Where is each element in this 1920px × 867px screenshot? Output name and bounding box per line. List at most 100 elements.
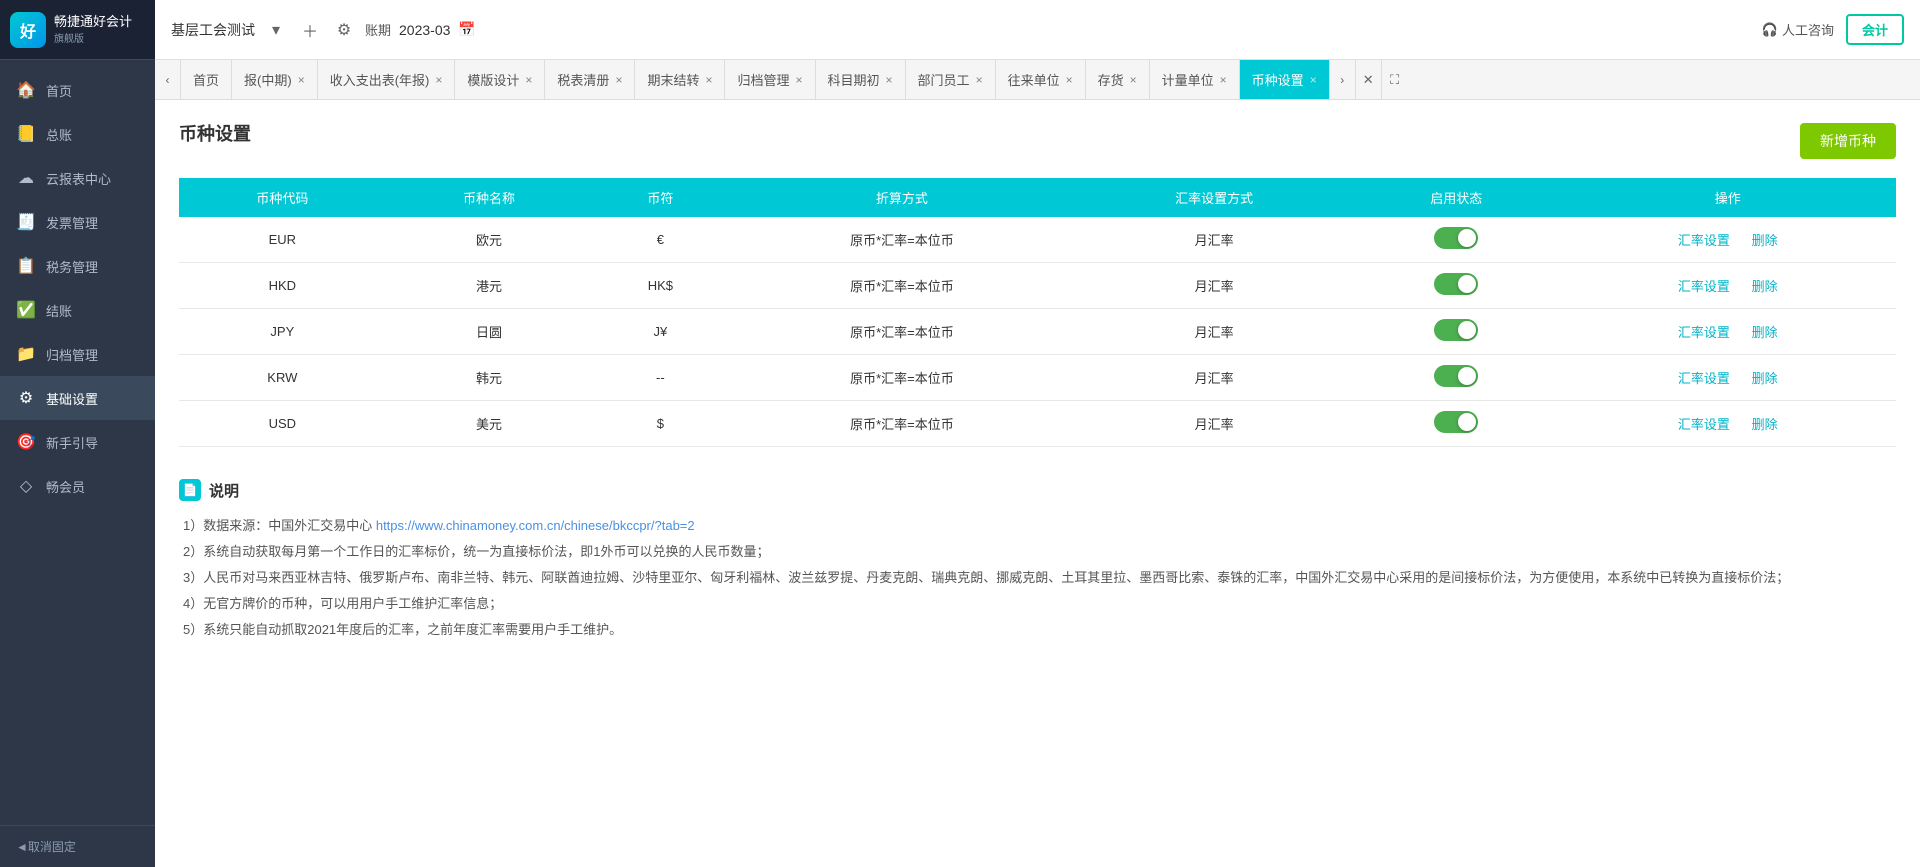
tab-close-11[interactable]: ×	[1220, 73, 1227, 87]
sidebar-footer[interactable]: ◄取消固定	[0, 825, 155, 867]
symbol-2: J¥	[592, 309, 728, 355]
tab-prev-btn[interactable]: ‹	[155, 60, 181, 100]
rate-method-2: 月汇率	[1075, 309, 1352, 355]
add-company-btn[interactable]: ＋	[297, 17, 323, 43]
rate-setting-btn-3[interactable]: 汇率设置	[1678, 371, 1730, 386]
rate-method-3: 月汇率	[1075, 355, 1352, 401]
tab-0[interactable]: 首页	[181, 60, 232, 100]
note-list: 1）数据来源：中国外汇交易中心 https://www.chinamoney.c…	[179, 513, 1896, 643]
company-dropdown-btn[interactable]: ▾	[263, 17, 289, 43]
tab-6[interactable]: 归档管理×	[725, 60, 815, 100]
sidebar-item-home[interactable]: 🏠 首页	[0, 68, 155, 112]
tab-next-btn[interactable]: ›	[1330, 60, 1356, 100]
actions-3: 汇率设置 删除	[1560, 355, 1896, 401]
delete-btn-4[interactable]: 删除	[1752, 417, 1778, 432]
toggle-switch-1[interactable]	[1434, 273, 1478, 295]
tab-close-4[interactable]: ×	[615, 73, 622, 87]
tab-label-10: 存货	[1098, 70, 1124, 89]
rate-method-1: 月汇率	[1075, 263, 1352, 309]
tab-4[interactable]: 税表清册×	[545, 60, 635, 100]
tab-maximize-btn[interactable]: ⛶	[1382, 60, 1408, 100]
page-content: 币种设置 新增币种 币种代码币种名称币符折算方式汇率设置方式启用状态操作 EUR…	[155, 100, 1920, 867]
toggle-3[interactable]	[1353, 355, 1560, 401]
sidebar-item-invoice[interactable]: 🧾 发票管理	[0, 200, 155, 244]
account-button[interactable]: 会计	[1846, 14, 1904, 45]
rate-setting-btn-1[interactable]: 汇率设置	[1678, 279, 1730, 294]
tab-2[interactable]: 收入支出表(年报)×	[318, 60, 456, 100]
rate-method-4: 月汇率	[1075, 401, 1352, 447]
settings-btn[interactable]: ⚙	[331, 17, 357, 43]
tab-close-8[interactable]: ×	[976, 73, 983, 87]
toggle-switch-2[interactable]	[1434, 319, 1478, 341]
help-button[interactable]: 🎧 人工咨询	[1762, 20, 1834, 39]
period-value: 2023-03	[399, 22, 450, 38]
actions-0: 汇率设置 删除	[1560, 217, 1896, 263]
tab-close-12[interactable]: ×	[1310, 73, 1317, 87]
page-header-row: 币种设置 新增币种	[179, 120, 1896, 162]
toggle-track-4	[1434, 411, 1478, 433]
sidebar-item-ledger[interactable]: 📒 总账	[0, 112, 155, 156]
tab-12[interactable]: 币种设置×	[1240, 60, 1330, 100]
delete-btn-3[interactable]: 删除	[1752, 371, 1778, 386]
tab-close-5[interactable]: ×	[705, 73, 712, 87]
tab-10[interactable]: 存货 ×	[1086, 60, 1150, 100]
tab-close-6[interactable]: ×	[796, 73, 803, 87]
tab-close-10[interactable]: ×	[1130, 73, 1137, 87]
tab-label-8: 部门员工	[918, 70, 970, 89]
calc-method-0: 原币*汇率=本位币	[728, 217, 1075, 263]
tab-close-3[interactable]: ×	[525, 73, 532, 87]
name-4: 美元	[386, 401, 593, 447]
tab-3[interactable]: 模版设计×	[455, 60, 545, 100]
tab-11[interactable]: 计量单位×	[1150, 60, 1240, 100]
rate-setting-btn-4[interactable]: 汇率设置	[1678, 417, 1730, 432]
tab-close-7[interactable]: ×	[886, 73, 893, 87]
note-link-0[interactable]: https://www.chinamoney.com.cn/chinese/bk…	[376, 518, 695, 533]
tab-close-1[interactable]: ×	[298, 73, 305, 87]
nav-label-archive: 归档管理	[46, 345, 98, 364]
topbar-left: 基层工会测试 ▾ ＋ ⚙ 账期 2023-03 📅	[171, 17, 476, 43]
calendar-icon[interactable]: 📅	[458, 21, 475, 38]
sidebar-item-member[interactable]: ◇ 畅会员	[0, 464, 155, 508]
toggle-switch-4[interactable]	[1434, 411, 1478, 433]
sidebar-item-archive[interactable]: 📁 归档管理	[0, 332, 155, 376]
toggle-thumb-3	[1458, 367, 1476, 385]
delete-btn-1[interactable]: 删除	[1752, 279, 1778, 294]
topbar: 基层工会测试 ▾ ＋ ⚙ 账期 2023-03 📅 🎧 人工咨询 会计	[155, 0, 1920, 60]
tab-9[interactable]: 往来单位×	[996, 60, 1086, 100]
toggle-1[interactable]	[1353, 263, 1560, 309]
sidebar-item-reports[interactable]: ☁ 云报表中心	[0, 156, 155, 200]
tab-close-2[interactable]: ×	[435, 73, 442, 87]
code-3: KRW	[179, 355, 386, 401]
tab-label-7: 科目期初	[828, 70, 880, 89]
toggle-switch-0[interactable]	[1434, 227, 1478, 249]
toggle-0[interactable]	[1353, 217, 1560, 263]
note-item-4: 5）系统只能自动抓取2021年度后的汇率，之前年度汇率需要用户手工维护。	[179, 617, 1896, 643]
toggle-4[interactable]	[1353, 401, 1560, 447]
tab-8[interactable]: 部门员工 ×	[906, 60, 996, 100]
rate-setting-btn-2[interactable]: 汇率设置	[1678, 325, 1730, 340]
tab-5[interactable]: 期末结转×	[635, 60, 725, 100]
sidebar-item-checkout[interactable]: ✅ 结账	[0, 288, 155, 332]
code-2: JPY	[179, 309, 386, 355]
sidebar-item-settings[interactable]: ⚙ 基础设置	[0, 376, 155, 420]
delete-btn-0[interactable]: 删除	[1752, 233, 1778, 248]
col-header-币种名称: 币种名称	[386, 178, 593, 217]
toggle-switch-3[interactable]	[1434, 365, 1478, 387]
symbol-0: €	[592, 217, 728, 263]
new-currency-button[interactable]: 新增币种	[1800, 123, 1896, 159]
toggle-2[interactable]	[1353, 309, 1560, 355]
tab-close-all-btn[interactable]: ✕	[1356, 60, 1382, 100]
delete-btn-2[interactable]: 删除	[1752, 325, 1778, 340]
tab-1[interactable]: 报(中期)×	[232, 60, 318, 100]
tab-7[interactable]: 科目期初 ×	[816, 60, 906, 100]
nav-icon-home: 🏠	[16, 80, 36, 100]
nav-icon-reports: ☁	[16, 168, 36, 188]
nav-label-settings: 基础设置	[46, 389, 98, 408]
sidebar-item-tax[interactable]: 📋 税务管理	[0, 244, 155, 288]
tab-label-0: 首页	[193, 70, 219, 89]
rate-setting-btn-0[interactable]: 汇率设置	[1678, 233, 1730, 248]
tab-close-9[interactable]: ×	[1066, 73, 1073, 87]
sidebar-item-guide[interactable]: 🎯 新手引导	[0, 420, 155, 464]
toggle-thumb-1	[1458, 275, 1476, 293]
logo-text: 畅捷通好会计	[54, 14, 132, 31]
